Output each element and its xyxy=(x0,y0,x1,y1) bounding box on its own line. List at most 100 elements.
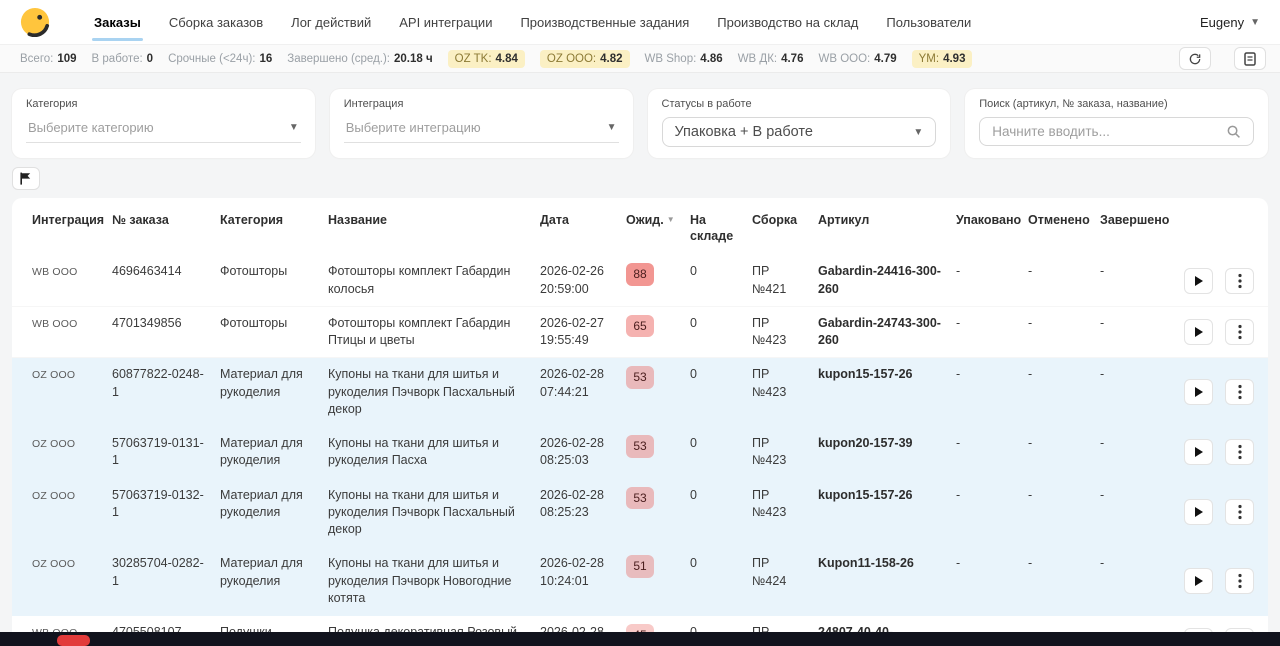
nav-item-6[interactable]: Производство на склад xyxy=(703,0,872,44)
nav-item-1[interactable]: Заказы xyxy=(80,0,155,44)
cell-integration: OZ ООО xyxy=(32,438,76,450)
play-button[interactable] xyxy=(1184,499,1213,526)
stat-label: OZ TK: xyxy=(454,52,492,65)
category-placeholder: Выберите категорию xyxy=(28,120,154,135)
row-menu-button[interactable] xyxy=(1225,267,1254,294)
cell-sku: kupon15-157-26 xyxy=(818,487,913,502)
search-input[interactable] xyxy=(992,124,1217,139)
stat-item: OZ TK: 4.84 xyxy=(447,49,525,68)
category-select[interactable]: Выберите категорию ▼ xyxy=(26,117,301,143)
play-icon xyxy=(1194,507,1203,518)
nav-item-4[interactable]: API интеграции xyxy=(385,0,506,44)
user-name: Eugeny xyxy=(1200,14,1245,30)
cell-assembly: ПР №423 xyxy=(752,315,787,347)
integration-select[interactable]: Выберите интеграцию ▼ xyxy=(343,117,619,143)
row-menu-button[interactable] xyxy=(1225,379,1254,406)
stat-value: 109 xyxy=(57,52,77,65)
row-menu-button[interactable] xyxy=(1225,499,1254,526)
wait-badge: 53 xyxy=(626,435,654,458)
bottom-bar xyxy=(0,632,1280,646)
cell-date: 2026-02-27 19:55:49 xyxy=(540,315,604,347)
stat-value: 4.82 xyxy=(600,52,623,65)
stat-value: 4.76 xyxy=(781,52,804,65)
stat-value: 16 xyxy=(259,52,273,65)
cell-sku: Gabardin-24743-300-260 xyxy=(818,315,941,347)
play-button[interactable] xyxy=(1184,568,1213,595)
stat-label: YM: xyxy=(918,52,940,65)
chevron-down-icon: ▼ xyxy=(606,122,617,133)
nav-item-3[interactable]: Лог действий xyxy=(277,0,385,44)
filter-integration: Интеграция Выберите интеграцию ▼ xyxy=(329,89,633,158)
cell-order-number: 57063719-0131-1 xyxy=(112,436,204,468)
cell-order-number: 30285704-0282-1 xyxy=(112,556,204,588)
stat-item: WB ДК: 4.76 xyxy=(738,53,804,65)
cell-product-name: Купоны на ткани для шитья и рукоделия Пэ… xyxy=(328,487,515,537)
cell-finished: - xyxy=(1100,436,1105,450)
filter-integration-label: Интеграция xyxy=(343,98,404,110)
footer-badge[interactable] xyxy=(57,635,90,646)
filter-search: Поиск (артикул, № заказа, название) xyxy=(965,89,1268,158)
nav-item-2[interactable]: Сборка заказов xyxy=(155,0,277,44)
cell-product-name: Купоны на ткани для шитья и рукоделия Пэ… xyxy=(328,367,515,416)
user-menu[interactable]: Eugeny ▼ xyxy=(1200,15,1260,30)
nav-item-5[interactable]: Производственные задания xyxy=(506,0,703,44)
refresh-button[interactable] xyxy=(1179,47,1211,70)
cell-assembly: ПР №423 xyxy=(752,436,787,468)
nav-item-7[interactable]: Пользователи xyxy=(872,0,985,44)
play-icon xyxy=(1194,275,1203,286)
stat-label: WB ООО: xyxy=(818,52,871,65)
cell-stock: 0 xyxy=(690,367,697,382)
cell-category: Материал для рукоделия xyxy=(220,367,303,399)
kebab-menu-icon xyxy=(1237,273,1242,288)
cell-stock: 0 xyxy=(690,556,697,571)
cell-packed: - xyxy=(956,436,961,450)
stat-value: 4.86 xyxy=(700,52,723,65)
cell-date: 2026-02-28 07:44:21 xyxy=(540,367,604,399)
stat-value: 4.93 xyxy=(943,52,966,65)
stat-item: В работе: 0 xyxy=(92,53,154,65)
cell-wait: 88 xyxy=(626,263,690,286)
table-header: Интеграция № заказа Категория Название Д… xyxy=(12,198,1268,255)
flag-filter-button[interactable] xyxy=(12,167,40,190)
stat-label: Завершено (сред.): xyxy=(287,52,391,65)
flag-icon xyxy=(20,172,31,185)
export-button[interactable] xyxy=(1234,47,1266,70)
cell-cancelled: - xyxy=(1028,436,1033,450)
cell-finished: - xyxy=(1100,487,1105,502)
play-button[interactable] xyxy=(1184,379,1213,406)
row-actions xyxy=(1184,319,1268,345)
col-wait[interactable]: Ожид. ▼ xyxy=(626,213,690,229)
cell-sku: kupon15-157-26 xyxy=(818,367,913,382)
row-actions xyxy=(1184,379,1268,406)
stat-label: Срочные (<24ч): xyxy=(168,52,256,65)
cell-date: 2026-02-28 08:25:03 xyxy=(540,436,604,468)
stats-list: Всего: 109 В работе: 0 Срочные (<24ч): 16 Заве… xyxy=(20,49,973,68)
integration-placeholder: Выберите интеграцию xyxy=(345,120,481,135)
row-menu-button[interactable] xyxy=(1225,568,1254,595)
filter-statuses: Статусы в работе Упаковка + В работе ▼ xyxy=(647,89,951,158)
cell-packed: - xyxy=(956,367,961,382)
stat-label: WB ДК: xyxy=(737,52,778,65)
stat-value: 4.84 xyxy=(495,52,518,65)
play-button[interactable] xyxy=(1184,267,1213,294)
cell-category: Фотошторы xyxy=(220,315,288,330)
cell-wait: 51 xyxy=(626,555,690,578)
row-menu-button[interactable] xyxy=(1225,439,1254,466)
cell-integration: WB ООО xyxy=(32,266,78,279)
cell-order-number: 57063719-0132-1 xyxy=(112,487,204,519)
cell-category: Материал для рукоделия xyxy=(220,487,303,519)
row-actions xyxy=(1184,267,1268,294)
row-menu-button[interactable] xyxy=(1225,319,1254,345)
filter-statuses-label: Статусы в работе xyxy=(661,98,752,110)
cell-cancelled: - xyxy=(1028,556,1033,571)
cell-finished: - xyxy=(1100,556,1105,571)
play-button[interactable] xyxy=(1184,439,1213,466)
col-sku: Артикул xyxy=(818,213,870,227)
table-row: OZ ООО 60877822-0248-1 Материал для рукоде… xyxy=(12,358,1268,427)
filter-search-label: Поиск (артикул, № заказа, название) xyxy=(979,98,1168,110)
statuses-select[interactable]: Упаковка + В работе ▼ xyxy=(661,117,937,147)
kebab-menu-icon xyxy=(1237,324,1242,340)
stat-value: 20.18 ч xyxy=(394,52,433,65)
play-button[interactable] xyxy=(1184,319,1213,345)
col-order-number: № заказа xyxy=(112,213,169,227)
